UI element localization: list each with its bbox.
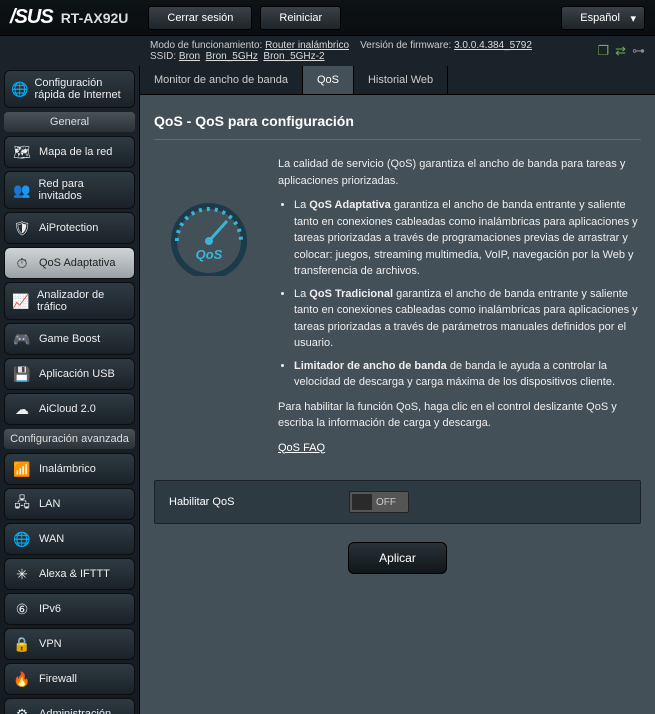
topbar: /SUS RT-AX92U Cerrar sesión Reiniciar Es… bbox=[0, 0, 655, 36]
gauge-icon: ⏱ bbox=[11, 254, 33, 272]
chart-icon: 📈 bbox=[11, 292, 31, 310]
brand-logo: /SUS bbox=[10, 6, 53, 29]
language-select[interactable]: Español bbox=[561, 6, 645, 30]
sidebar-item-guest-network[interactable]: 👥 Red para invitados bbox=[4, 171, 135, 209]
status-link-icon[interactable]: ⇄ bbox=[615, 43, 626, 59]
tab-web-history[interactable]: Historial Web bbox=[354, 66, 448, 94]
wifi-icon: 📶 bbox=[11, 460, 33, 478]
tabs: Monitor de ancho de banda QoS Historial … bbox=[140, 66, 655, 95]
fw-value[interactable]: 3.0.0.4.384_5792 bbox=[454, 40, 532, 51]
sidebar-item-ipv6[interactable]: ⑥ IPv6 bbox=[4, 593, 135, 625]
infobar: Modo de funcionamiento: Router inalámbri… bbox=[0, 36, 655, 66]
cloud-icon: ☁ bbox=[11, 400, 33, 418]
apply-button[interactable]: Aplicar bbox=[348, 542, 447, 574]
sidebar-item-traffic[interactable]: 📈 Analizador de tráfico bbox=[4, 282, 135, 320]
sidebar-item-lan[interactable]: 🖧 LAN bbox=[4, 488, 135, 520]
sidebar-item-label: Mapa de la red bbox=[39, 146, 112, 158]
sidebar-item-aicloud[interactable]: ☁ AiCloud 2.0 bbox=[4, 393, 135, 425]
sidebar-item-label: Analizador de tráfico bbox=[37, 289, 128, 313]
sidebar-item-label: AiProtection bbox=[39, 222, 98, 234]
tab-bandwidth-monitor[interactable]: Monitor de ancho de banda bbox=[140, 66, 303, 94]
ssid-3: Bron_5GHz-2 bbox=[263, 51, 324, 62]
sidebar-item-network-map[interactable]: 🗺 Mapa de la red bbox=[4, 136, 135, 168]
sidebar-item-admin[interactable]: ⚙ Administración bbox=[4, 698, 135, 714]
sidebar-item-label: LAN bbox=[39, 498, 60, 510]
sidebar-item-label: Inalámbrico bbox=[39, 463, 96, 475]
ssid-2: Bron_5GHz bbox=[206, 51, 258, 62]
page-title: QoS - QoS para configuración bbox=[154, 107, 641, 140]
sidebar-item-label: Firewall bbox=[39, 673, 77, 685]
vpn-icon: 🔒 bbox=[11, 635, 33, 653]
reboot-button[interactable]: Reiniciar bbox=[260, 6, 341, 30]
svg-text:QoS: QoS bbox=[196, 247, 223, 262]
sidebar-item-alexa[interactable]: ✳ Alexa & IFTTT bbox=[4, 558, 135, 590]
shield-icon: 🛡 bbox=[11, 219, 33, 237]
sidebar-item-gameboost[interactable]: 🎮 Game Boost bbox=[4, 323, 135, 355]
main-panel: Monitor de ancho de banda QoS Historial … bbox=[140, 66, 655, 714]
feature-limiter: Limitador de ancho de banda de banda le … bbox=[294, 358, 641, 391]
tab-qos[interactable]: QoS bbox=[303, 66, 354, 94]
ipv6-icon: ⑥ bbox=[11, 600, 33, 618]
sidebar-item-label: Configuración rápida de Internet bbox=[34, 77, 128, 101]
sidebar-item-qos[interactable]: ⏱ QoS Adaptativa bbox=[4, 247, 135, 279]
sidebar-item-firewall[interactable]: 🔥 Firewall bbox=[4, 663, 135, 695]
sidebar-item-label: Administración bbox=[39, 708, 111, 714]
sidebar-item-label: Alexa & IFTTT bbox=[39, 568, 110, 580]
guest-icon: 👥 bbox=[11, 181, 32, 199]
sidebar-item-label: Game Boost bbox=[39, 333, 100, 345]
feature-traditional: La QoS Tradicional garantiza el ancho de… bbox=[294, 286, 641, 352]
qos-gauge-icon: QoS bbox=[154, 156, 264, 464]
sidebar: 🌐 Configuración rápida de Internet Gener… bbox=[0, 66, 140, 714]
sidebar-item-vpn[interactable]: 🔒 VPN bbox=[4, 628, 135, 660]
status-usb-icon[interactable]: ⊶ bbox=[632, 43, 645, 59]
sidebar-item-label: Red para invitados bbox=[38, 178, 128, 202]
sidebar-item-label: Aplicación USB bbox=[39, 368, 115, 380]
enable-hint: Para habilitar la función QoS, haga clic… bbox=[278, 399, 641, 432]
fw-label: Versión de firmware: bbox=[360, 40, 451, 51]
lan-icon: 🖧 bbox=[11, 495, 33, 513]
qos-faq-link[interactable]: QoS FAQ bbox=[278, 442, 325, 454]
intro-text: La calidad de servicio (QoS) garantiza e… bbox=[278, 156, 641, 189]
sidebar-item-label: VPN bbox=[39, 638, 62, 650]
logout-button[interactable]: Cerrar sesión bbox=[148, 6, 252, 30]
mode-value[interactable]: Router inalámbrico bbox=[265, 40, 349, 51]
map-icon: 🗺 bbox=[11, 143, 33, 161]
enable-qos-label: Habilitar QoS bbox=[169, 496, 349, 508]
sidebar-item-wireless[interactable]: 📶 Inalámbrico bbox=[4, 453, 135, 485]
ssid-label: SSID: bbox=[150, 51, 176, 62]
sidebar-item-usb[interactable]: 💾 Aplicación USB bbox=[4, 358, 135, 390]
enable-qos-row: Habilitar QoS OFF bbox=[154, 480, 641, 524]
qos-description: La calidad de servicio (QoS) garantiza e… bbox=[278, 156, 641, 464]
ssid-1: Bron bbox=[179, 51, 200, 62]
admin-icon: ⚙ bbox=[11, 705, 33, 714]
globe-gear-icon: 🌐 bbox=[11, 80, 28, 98]
sidebar-item-label: IPv6 bbox=[39, 603, 61, 615]
sidebar-item-label: QoS Adaptativa bbox=[39, 257, 115, 269]
model-name: RT-AX92U bbox=[61, 10, 129, 26]
sidebar-quick-setup[interactable]: 🌐 Configuración rápida de Internet bbox=[4, 70, 135, 108]
general-header: General bbox=[4, 112, 135, 132]
gamepad-icon: 🎮 bbox=[11, 330, 33, 348]
sidebar-item-label: AiCloud 2.0 bbox=[39, 403, 96, 415]
status-cube-icon[interactable]: ❐ bbox=[597, 43, 609, 59]
wan-icon: 🌐 bbox=[11, 530, 33, 548]
feature-adaptive: La QoS Adaptativa garantiza el ancho de … bbox=[294, 197, 641, 280]
sidebar-item-wan[interactable]: 🌐 WAN bbox=[4, 523, 135, 555]
advanced-header: Configuración avanzada bbox=[4, 429, 135, 449]
alexa-icon: ✳ bbox=[11, 565, 33, 583]
sidebar-item-aiprotection[interactable]: 🛡 AiProtection bbox=[4, 212, 135, 244]
firewall-icon: 🔥 bbox=[11, 670, 33, 688]
enable-qos-toggle[interactable]: OFF bbox=[349, 491, 409, 513]
usb-icon: 💾 bbox=[11, 365, 33, 383]
mode-label: Modo de funcionamiento: bbox=[150, 40, 262, 51]
sidebar-item-label: WAN bbox=[39, 533, 64, 545]
